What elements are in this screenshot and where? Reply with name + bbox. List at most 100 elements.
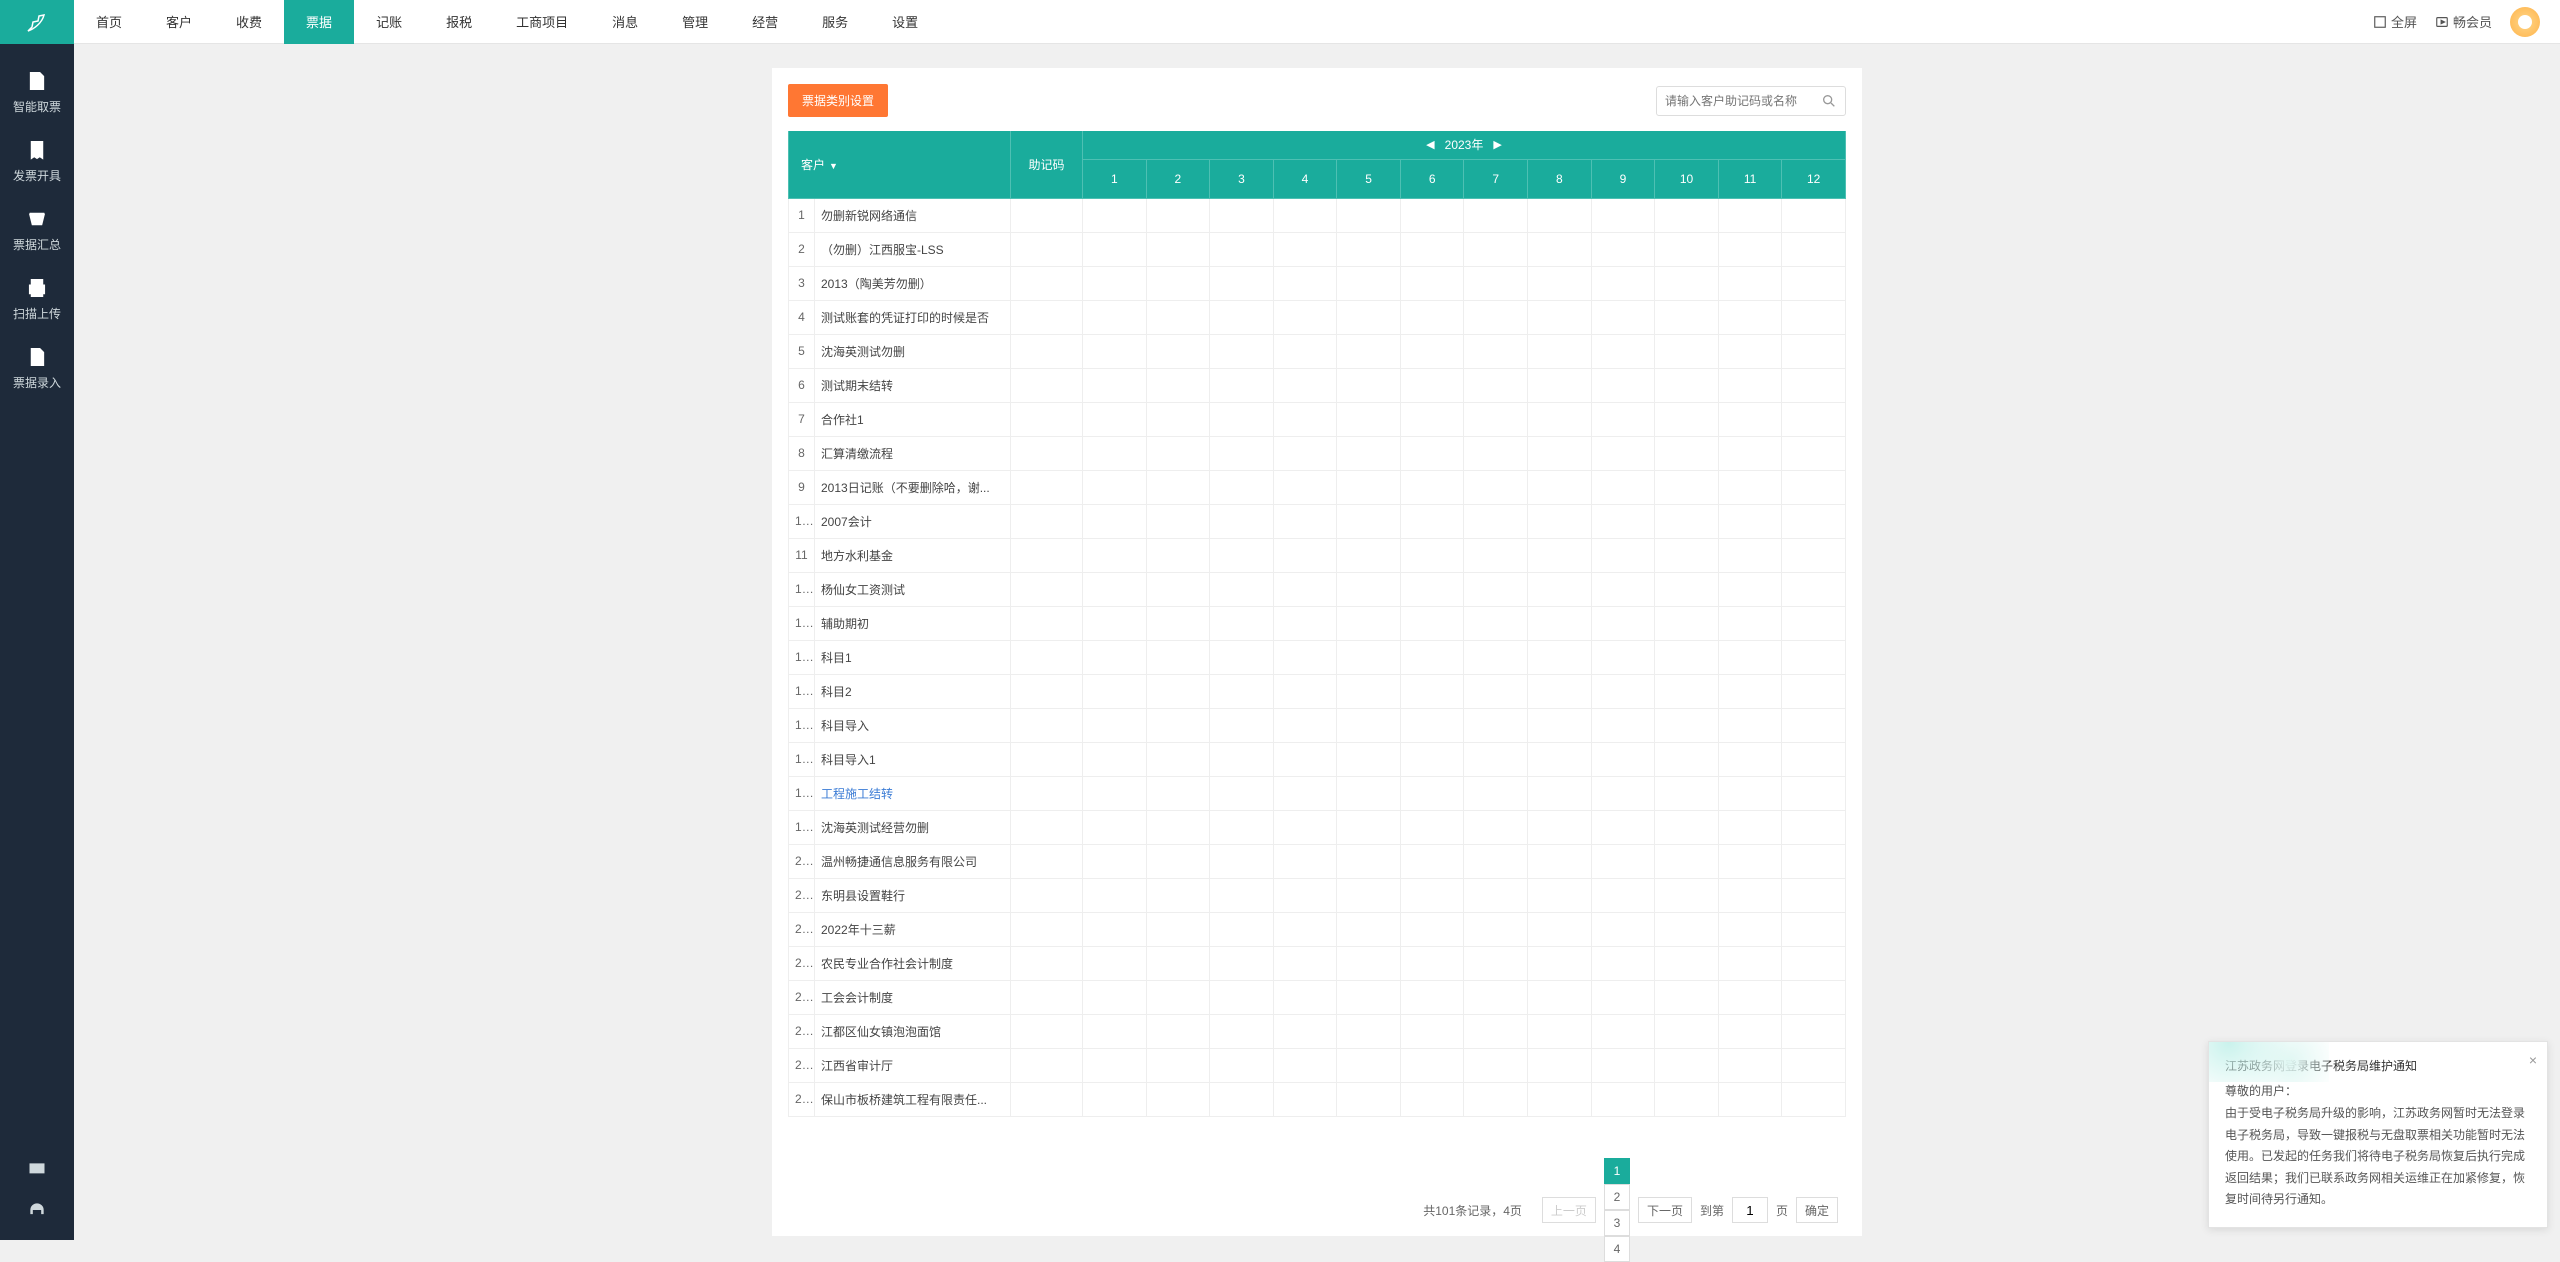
cell-month[interactable] <box>1337 980 1401 1014</box>
cell-month[interactable] <box>1591 878 1655 912</box>
cell-month[interactable] <box>1464 844 1528 878</box>
cell-month[interactable] <box>1718 674 1782 708</box>
cell-month[interactable] <box>1083 674 1147 708</box>
cell-month[interactable] <box>1464 776 1528 810</box>
cell-month[interactable] <box>1655 300 1719 334</box>
cell-month[interactable] <box>1655 844 1719 878</box>
cell-month[interactable] <box>1400 742 1464 776</box>
nav-item-6[interactable]: 工商项目 <box>494 0 590 44</box>
th-month-1[interactable]: 1 <box>1083 159 1147 198</box>
cell-month[interactable] <box>1718 470 1782 504</box>
cell-month[interactable] <box>1210 402 1274 436</box>
table-row[interactable]: 15科目2 <box>789 674 1846 708</box>
year-next-button[interactable]: ▶ <box>1493 138 1501 151</box>
cell-month[interactable] <box>1528 198 1592 232</box>
cell-month[interactable] <box>1591 844 1655 878</box>
cell-month[interactable] <box>1464 980 1528 1014</box>
cell-month[interactable] <box>1083 912 1147 946</box>
cell-month[interactable] <box>1655 1014 1719 1048</box>
cell-month[interactable] <box>1210 980 1274 1014</box>
cell-month[interactable] <box>1528 878 1592 912</box>
cell-month[interactable] <box>1528 334 1592 368</box>
cell-month[interactable] <box>1464 436 1528 470</box>
cell-month[interactable] <box>1655 368 1719 402</box>
th-customer[interactable]: 客户▼ <box>789 131 1011 198</box>
cell-month[interactable] <box>1782 980 1846 1014</box>
cell-month[interactable] <box>1083 266 1147 300</box>
bill-category-setting-button[interactable]: 票据类别设置 <box>788 84 888 117</box>
cell-month[interactable] <box>1655 674 1719 708</box>
cell-month[interactable] <box>1337 436 1401 470</box>
fullscreen-button[interactable]: 全屏 <box>2373 12 2417 31</box>
nav-item-8[interactable]: 管理 <box>660 0 730 44</box>
cell-month[interactable] <box>1718 980 1782 1014</box>
cell-month[interactable] <box>1210 538 1274 572</box>
cell-month[interactable] <box>1083 198 1147 232</box>
cell-month[interactable] <box>1210 946 1274 980</box>
table-row[interactable]: 5沈海英测试勿删 <box>789 334 1846 368</box>
cell-month[interactable] <box>1782 878 1846 912</box>
cell-month[interactable] <box>1591 640 1655 674</box>
cell-month[interactable] <box>1273 1082 1337 1116</box>
cell-month[interactable] <box>1718 368 1782 402</box>
cell-month[interactable] <box>1146 640 1210 674</box>
table-row[interactable]: 8汇算清缴流程 <box>789 436 1846 470</box>
sidebar-item-3[interactable]: 扫描上传 <box>0 265 74 334</box>
pagination-page-3[interactable]: 3 <box>1604 1210 1630 1236</box>
cell-month[interactable] <box>1655 198 1719 232</box>
cell-month[interactable] <box>1146 878 1210 912</box>
nav-item-4[interactable]: 记账 <box>354 0 424 44</box>
sidebar-item-0[interactable]: 智能取票 <box>0 58 74 127</box>
cell-month[interactable] <box>1464 606 1528 640</box>
pagination-page-2[interactable]: 2 <box>1604 1184 1630 1210</box>
cell-month[interactable] <box>1718 708 1782 742</box>
cell-month[interactable] <box>1273 334 1337 368</box>
cell-month[interactable] <box>1273 470 1337 504</box>
cell-month[interactable] <box>1591 470 1655 504</box>
cell-month[interactable] <box>1655 232 1719 266</box>
table-row[interactable]: 18工程施工结转 <box>789 776 1846 810</box>
cell-month[interactable] <box>1273 504 1337 538</box>
cell-month[interactable] <box>1782 572 1846 606</box>
cell-month[interactable] <box>1146 1014 1210 1048</box>
pagination-confirm[interactable]: 确定 <box>1796 1197 1838 1223</box>
cell-month[interactable] <box>1782 1014 1846 1048</box>
cell-month[interactable] <box>1528 1014 1592 1048</box>
cell-month[interactable] <box>1337 1014 1401 1048</box>
cell-month[interactable] <box>1146 368 1210 402</box>
table-row[interactable]: 19沈海英测试经营勿删 <box>789 810 1846 844</box>
cell-month[interactable] <box>1337 300 1401 334</box>
cell-month[interactable] <box>1083 334 1147 368</box>
cell-month[interactable] <box>1337 1048 1401 1082</box>
cell-month[interactable] <box>1210 300 1274 334</box>
cell-month[interactable] <box>1146 402 1210 436</box>
cell-month[interactable] <box>1400 980 1464 1014</box>
cell-month[interactable] <box>1528 1082 1592 1116</box>
cell-month[interactable] <box>1718 776 1782 810</box>
cell-month[interactable] <box>1146 300 1210 334</box>
cell-month[interactable] <box>1210 572 1274 606</box>
cell-month[interactable] <box>1273 538 1337 572</box>
cell-month[interactable] <box>1528 776 1592 810</box>
cell-month[interactable] <box>1528 504 1592 538</box>
cell-month[interactable] <box>1337 912 1401 946</box>
cell-month[interactable] <box>1782 1082 1846 1116</box>
cell-month[interactable] <box>1146 538 1210 572</box>
cell-month[interactable] <box>1083 1082 1147 1116</box>
monitor-icon[interactable] <box>27 1160 47 1180</box>
cell-month[interactable] <box>1146 606 1210 640</box>
table-row[interactable]: 21东明县设置鞋行 <box>789 878 1846 912</box>
table-row[interactable]: 222022年十三薪 <box>789 912 1846 946</box>
cell-month[interactable] <box>1718 844 1782 878</box>
cell-month[interactable] <box>1146 946 1210 980</box>
cell-month[interactable] <box>1718 402 1782 436</box>
cell-month[interactable] <box>1718 1048 1782 1082</box>
cell-month[interactable] <box>1273 300 1337 334</box>
cell-month[interactable] <box>1464 674 1528 708</box>
table-row[interactable]: 102007会计 <box>789 504 1846 538</box>
cell-month[interactable] <box>1591 538 1655 572</box>
cell-month[interactable] <box>1400 606 1464 640</box>
th-month-2[interactable]: 2 <box>1146 159 1210 198</box>
table-row[interactable]: 32013（陶美芳勿删） <box>789 266 1846 300</box>
cell-month[interactable] <box>1400 198 1464 232</box>
